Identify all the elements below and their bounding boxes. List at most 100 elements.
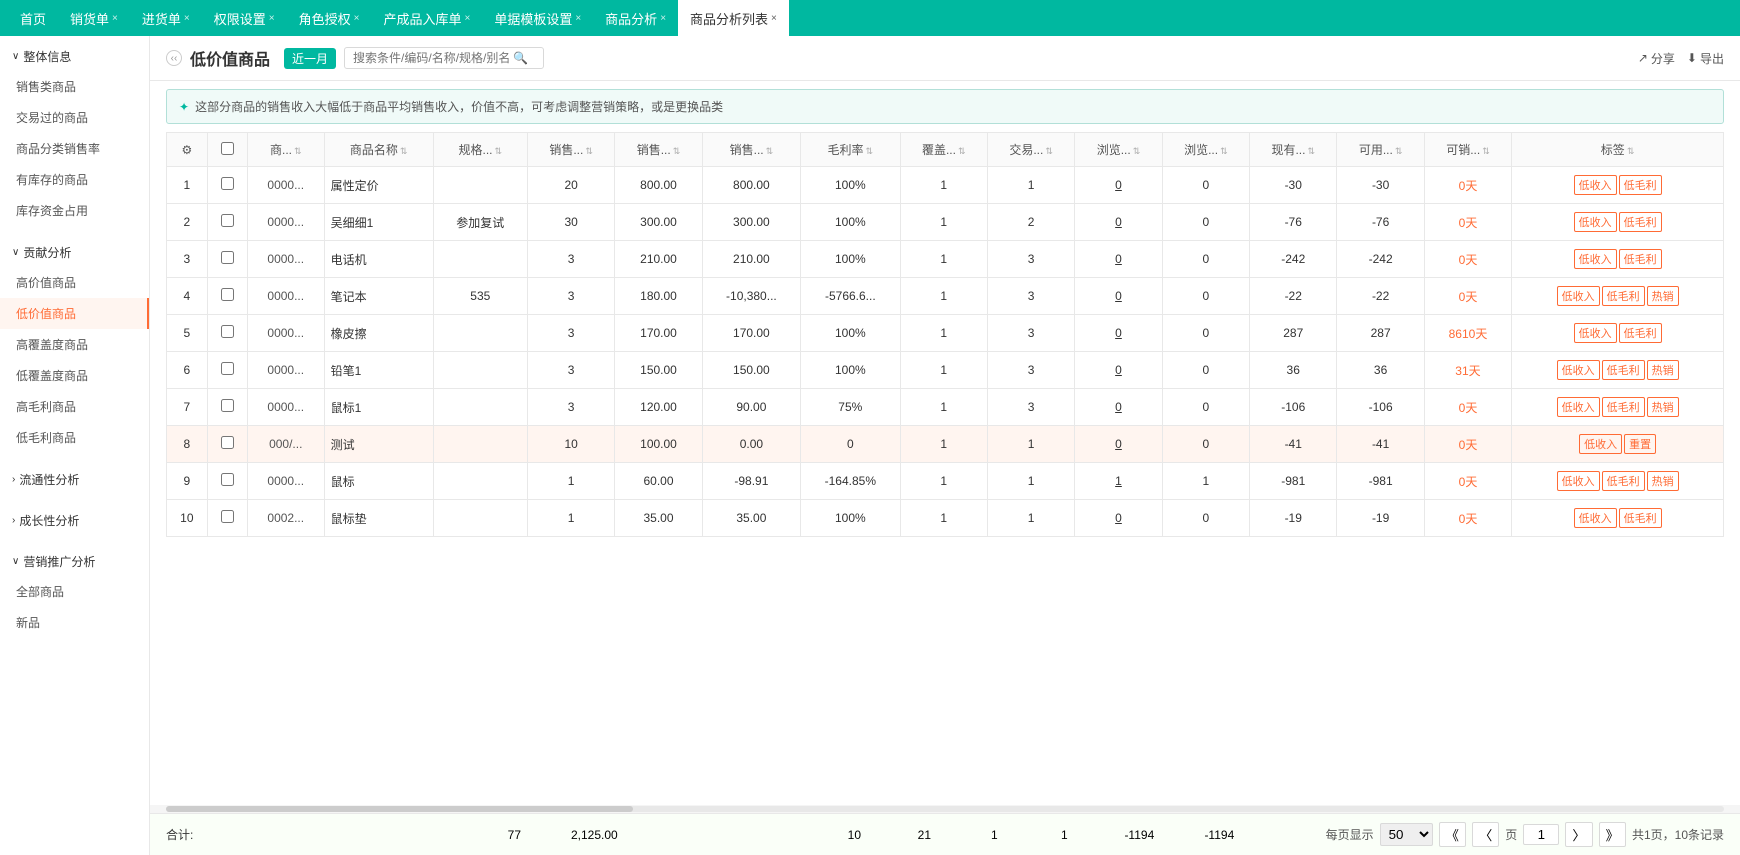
nav-product-analysis-list[interactable]: 商品分析列表 × [678, 0, 789, 36]
select-all-checkbox[interactable] [221, 142, 234, 155]
th-tags[interactable]: 标签⇅ [1512, 133, 1724, 167]
th-saleable[interactable]: 可销...⇅ [1424, 133, 1511, 167]
row-browse1[interactable]: 0 [1075, 315, 1162, 352]
row-select[interactable] [207, 352, 247, 389]
th-spec[interactable]: 规格...⇅ [433, 133, 527, 167]
row-checkbox[interactable] [221, 288, 234, 301]
row-checkbox[interactable] [221, 325, 234, 338]
next-page-button[interactable]: 〉 [1565, 822, 1592, 847]
th-browse2[interactable]: 浏览...⇅ [1162, 133, 1249, 167]
collapse-sidebar-button[interactable]: ‹‹ [166, 50, 182, 66]
row-checkbox[interactable] [221, 436, 234, 449]
prev-page-button[interactable]: 〈 [1472, 822, 1499, 847]
th-stock[interactable]: 现有...⇅ [1250, 133, 1337, 167]
sidebar-group-contribution[interactable]: ∨ 贡献分析 [0, 238, 149, 267]
th-settings[interactable]: ⚙ [167, 133, 208, 167]
row-select[interactable] [207, 500, 247, 537]
export-button[interactable]: ⬇ 导出 [1687, 50, 1724, 67]
nav-product-inbound[interactable]: 产成品入库单 × [371, 0, 482, 36]
sidebar-group-growth[interactable]: › 成长性分析 [0, 506, 149, 535]
nav-role-auth[interactable]: 角色授权 × [287, 0, 372, 36]
th-checkbox[interactable] [207, 133, 247, 167]
row-browse1[interactable]: 0 [1075, 426, 1162, 463]
th-browse1[interactable]: 浏览...⇅ [1075, 133, 1162, 167]
nav-close-analysis[interactable]: × [660, 13, 666, 24]
page-number-input[interactable] [1523, 824, 1559, 845]
row-select[interactable] [207, 278, 247, 315]
th-sales2[interactable]: 销售...⇅ [615, 133, 702, 167]
nav-close-purchase[interactable]: × [184, 13, 190, 24]
sidebar-item-all-goods[interactable]: 全部商品 [0, 576, 149, 607]
th-trade[interactable]: 交易...⇅ [987, 133, 1074, 167]
sidebar-item-stock-goods[interactable]: 有库存的商品 [0, 164, 149, 195]
row-checkbox[interactable] [221, 251, 234, 264]
sidebar-item-stock-capital[interactable]: 库存资金占用 [0, 195, 149, 226]
row-select[interactable] [207, 241, 247, 278]
sidebar-item-sales-goods[interactable]: 销售类商品 [0, 71, 149, 102]
row-checkbox[interactable] [221, 510, 234, 523]
sidebar-group-marketing[interactable]: ∨ 营销推广分析 [0, 547, 149, 576]
row-checkbox[interactable] [221, 177, 234, 190]
row-browse1[interactable]: 0 [1075, 167, 1162, 204]
sidebar-item-high-value[interactable]: 高价值商品 [0, 267, 149, 298]
nav-close-permissions[interactable]: × [269, 13, 275, 24]
row-browse1[interactable]: 0 [1075, 389, 1162, 426]
nav-close-role[interactable]: × [354, 13, 360, 24]
row-checkbox[interactable] [221, 473, 234, 486]
horizontal-scrollbar[interactable] [150, 805, 1740, 813]
row-browse1[interactable]: 0 [1075, 500, 1162, 537]
sidebar-item-category-rate[interactable]: 商品分类销售率 [0, 133, 149, 164]
th-gross[interactable]: 毛利率⇅ [801, 133, 900, 167]
scroll-thumb[interactable] [166, 806, 633, 812]
row-checkbox[interactable] [221, 399, 234, 412]
nav-close-analysis-list[interactable]: × [771, 13, 777, 24]
sidebar-item-low-value[interactable]: 低价值商品 [0, 298, 149, 329]
sidebar-item-low-margin[interactable]: 低毛利商品 [0, 422, 149, 453]
sidebar-item-high-margin[interactable]: 高毛利商品 [0, 391, 149, 422]
row-browse1[interactable]: 0 [1075, 204, 1162, 241]
time-filter-badge[interactable]: 近一月 [284, 48, 336, 69]
row-select[interactable] [207, 463, 247, 500]
nav-close-inbound[interactable]: × [464, 13, 470, 24]
sidebar-item-high-coverage[interactable]: 高覆盖度商品 [0, 329, 149, 360]
page-size-select[interactable]: 50 100 [1380, 823, 1433, 846]
nav-sales-order[interactable]: 销货单 × [58, 0, 130, 36]
row-select[interactable] [207, 426, 247, 463]
product-tag: 热销 [1647, 397, 1679, 417]
row-browse1[interactable]: 0 [1075, 241, 1162, 278]
row-select[interactable] [207, 315, 247, 352]
row-browse1[interactable]: 0 [1075, 352, 1162, 389]
nav-purchase-order[interactable]: 进货单 × [130, 0, 202, 36]
th-code[interactable]: 商...⇅ [247, 133, 324, 167]
row-browse1[interactable]: 0 [1075, 278, 1162, 315]
sidebar-item-new-goods[interactable]: 新品 [0, 607, 149, 638]
row-checkbox[interactable] [221, 214, 234, 227]
nav-template-settings[interactable]: 单据模板设置 × [482, 0, 593, 36]
row-checkbox[interactable] [221, 362, 234, 375]
nav-permissions[interactable]: 权限设置 × [202, 0, 287, 36]
th-avail[interactable]: 可用...⇅ [1337, 133, 1424, 167]
nav-home[interactable]: 首页 [8, 0, 58, 36]
th-sales1[interactable]: 销售...⇅ [527, 133, 614, 167]
row-select[interactable] [207, 204, 247, 241]
sidebar-item-traded-goods[interactable]: 交易过的商品 [0, 102, 149, 133]
search-icon[interactable]: 🔍 [513, 51, 528, 65]
th-name[interactable]: 商品名称⇅ [324, 133, 433, 167]
row-select[interactable] [207, 389, 247, 426]
share-button[interactable]: ↗ 分享 [1638, 50, 1675, 67]
row-browse1[interactable]: 1 [1075, 463, 1162, 500]
th-sales3[interactable]: 销售...⇅ [702, 133, 800, 167]
nav-close-template[interactable]: × [575, 13, 581, 24]
first-page-button[interactable]: 《 [1439, 822, 1466, 847]
sidebar-group-overall[interactable]: ∨ 整体信息 [0, 42, 149, 71]
sidebar-group-circulation[interactable]: › 流通性分析 [0, 465, 149, 494]
search-input[interactable] [353, 51, 513, 65]
th-cover[interactable]: 覆盖...⇅ [900, 133, 987, 167]
row-select[interactable] [207, 167, 247, 204]
last-page-button[interactable]: 》 [1599, 822, 1626, 847]
scroll-track[interactable] [166, 806, 1724, 812]
nav-product-analysis[interactable]: 商品分析 × [593, 0, 678, 36]
settings-icon[interactable]: ⚙ [181, 143, 192, 157]
nav-close-sales[interactable]: × [112, 13, 118, 24]
sidebar-item-low-coverage[interactable]: 低覆盖度商品 [0, 360, 149, 391]
